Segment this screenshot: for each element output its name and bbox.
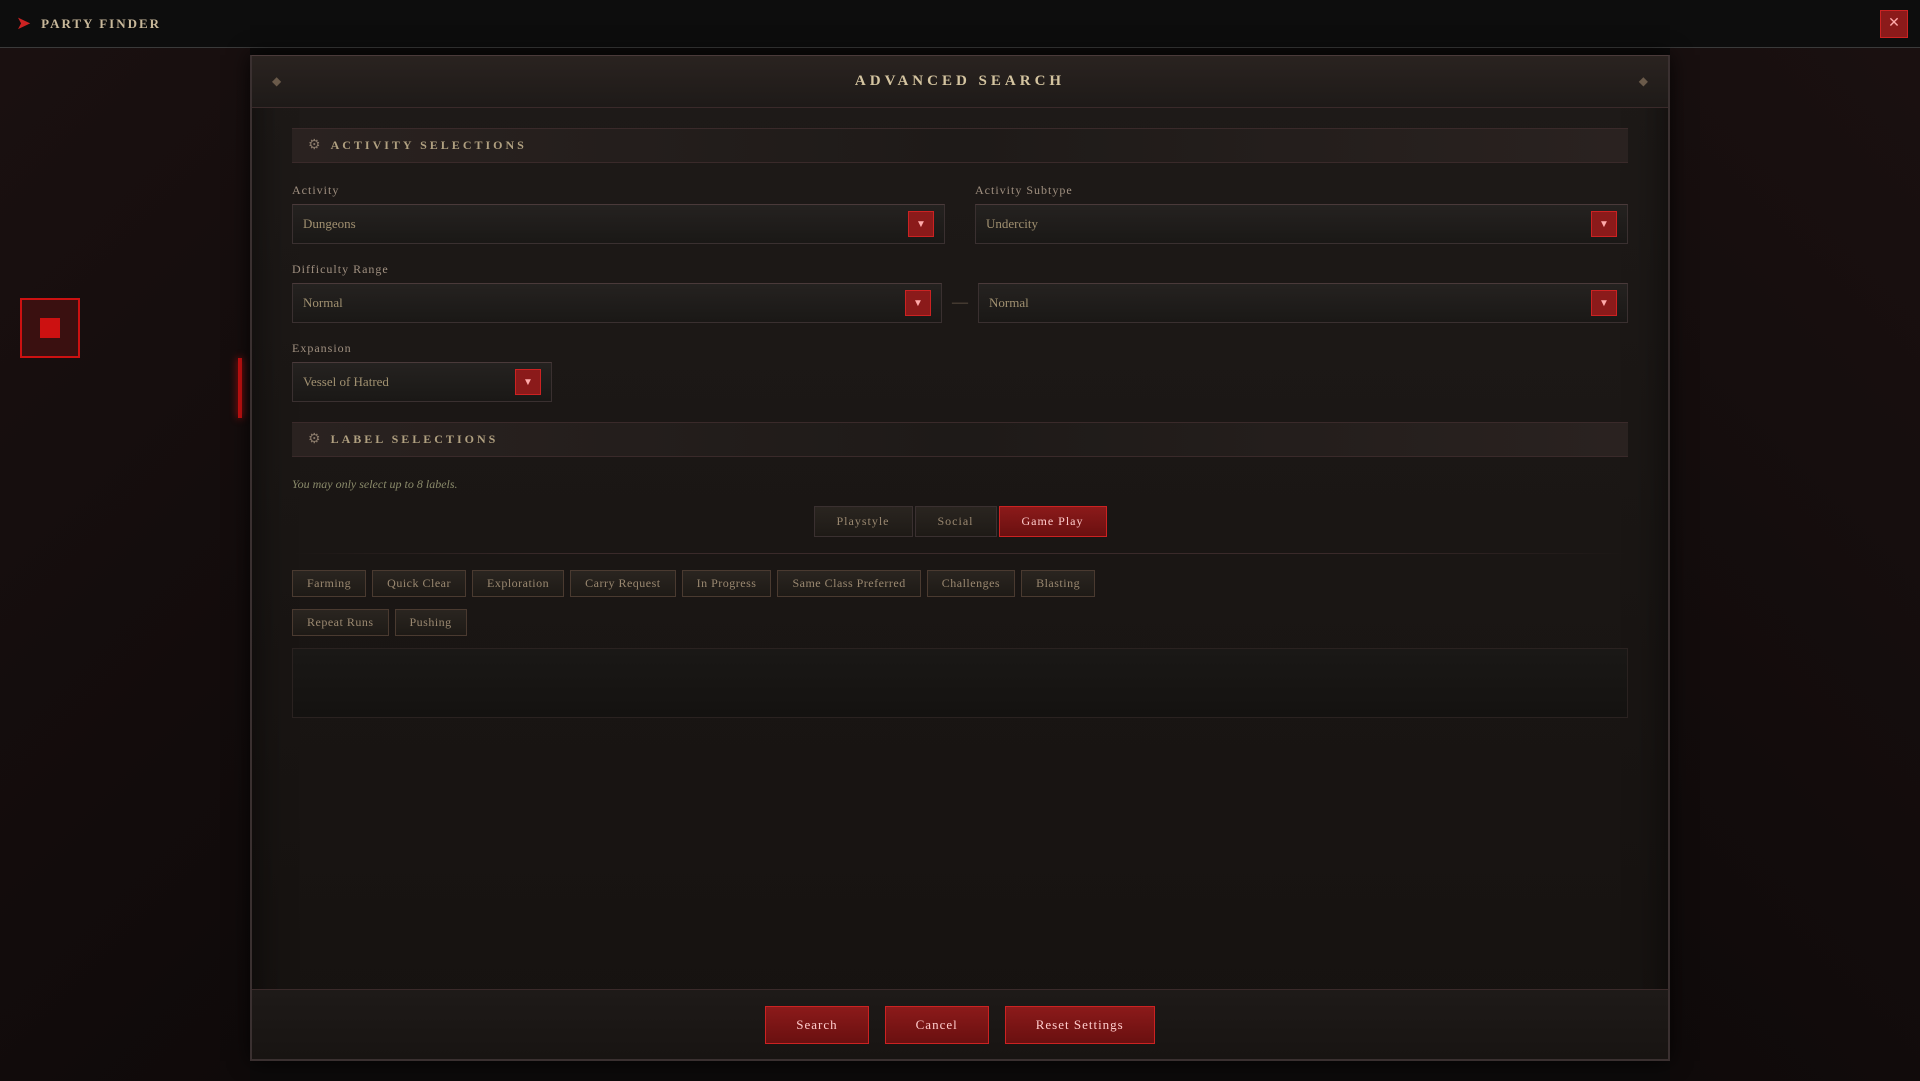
tag-same-class[interactable]: Same Class Preferred	[777, 570, 920, 597]
tag-farming[interactable]: Farming	[292, 570, 366, 597]
expansion-row: Expansion Vessel of Hatred ▼	[292, 341, 1628, 402]
tag-quick-clear[interactable]: Quick Clear	[372, 570, 466, 597]
expansion-group: Expansion Vessel of Hatred ▼	[292, 341, 552, 402]
activity-subtype-label: Activity Subtype	[975, 183, 1628, 198]
activity-dropdown-arrow: ▼	[908, 211, 934, 237]
difficulty-from-dropdown[interactable]: Normal ▼	[292, 283, 942, 323]
tab-social[interactable]: Social	[915, 506, 997, 537]
tag-carry-request[interactable]: Carry Request	[570, 570, 675, 597]
activity-section-title: ACTIVITY SELECTIONS	[331, 138, 527, 153]
dialog-title: ADVANCED SEARCH	[855, 73, 1065, 90]
activity-subtype-dropdown-arrow: ▼	[1591, 211, 1617, 237]
tag-in-progress[interactable]: In Progress	[682, 570, 772, 597]
difficulty-to-arrow: ▼	[1591, 290, 1617, 316]
difficulty-from-arrow: ▼	[905, 290, 931, 316]
tag-repeat-runs[interactable]: Repeat Runs	[292, 609, 389, 636]
difficulty-dropdowns: Normal ▼ — Normal ▼	[292, 283, 1628, 323]
difficulty-range-label: Difficulty Range	[292, 262, 1628, 277]
label-tags-container: Farming Quick Clear Exploration Carry Re…	[292, 570, 1628, 636]
activity-row: Activity Dungeons ▼ Activity Subtype Und…	[292, 183, 1628, 244]
title-bar: ➤ PARTY FINDER ✕	[0, 0, 1920, 48]
difficulty-to-dropdown[interactable]: Normal ▼	[978, 283, 1628, 323]
tab-divider	[292, 553, 1628, 554]
difficulty-to-value: Normal	[989, 295, 1029, 311]
cancel-button[interactable]: Cancel	[885, 1006, 989, 1044]
tab-playstyle[interactable]: Playstyle	[814, 506, 913, 537]
activity-section-header: ⚙ ACTIVITY SELECTIONS	[292, 128, 1628, 163]
difficulty-range-row: Difficulty Range Normal ▼ — Normal ▼	[292, 262, 1628, 323]
activity-subtype-dropdown[interactable]: Undercity ▼	[975, 204, 1628, 244]
tag-exploration[interactable]: Exploration	[472, 570, 564, 597]
close-button[interactable]: ✕	[1880, 10, 1908, 38]
tag-challenges[interactable]: Challenges	[927, 570, 1015, 597]
difficulty-separator: —	[952, 294, 968, 312]
activity-group: Activity Dungeons ▼	[292, 183, 945, 244]
left-ui-decoration	[20, 298, 80, 358]
label-textarea[interactable]	[292, 648, 1628, 718]
activity-dropdown-value: Dungeons	[303, 216, 356, 232]
dialog-header: ADVANCED SEARCH	[252, 56, 1668, 108]
label-section-title: LABEL SELECTIONS	[331, 432, 499, 447]
dialog-footer: Search Cancel Reset Settings	[252, 989, 1668, 1059]
label-section-icon: ⚙	[308, 431, 321, 448]
advanced-search-dialog: ADVANCED SEARCH ⚙ ACTIVITY SELECTIONS Ac…	[250, 55, 1670, 1061]
activity-subtype-dropdown-value: Undercity	[986, 216, 1038, 232]
expansion-label: Expansion	[292, 341, 552, 356]
label-note: You may only select up to 8 labels.	[292, 477, 1628, 492]
tag-blasting[interactable]: Blasting	[1021, 570, 1095, 597]
arrow-icon: ➤	[16, 13, 31, 34]
activity-label: Activity	[292, 183, 945, 198]
expansion-dropdown-arrow: ▼	[515, 369, 541, 395]
label-tab-bar: Playstyle Social Game Play	[292, 506, 1628, 537]
expansion-dropdown[interactable]: Vessel of Hatred ▼	[292, 362, 552, 402]
expansion-dropdown-value: Vessel of Hatred	[303, 374, 389, 390]
side-panel-left	[0, 48, 250, 1081]
difficulty-from-value: Normal	[303, 295, 343, 311]
side-panel-right	[1670, 48, 1920, 1081]
app-title: PARTY FINDER	[41, 16, 161, 32]
dialog-content: ⚙ ACTIVITY SELECTIONS Activity Dungeons …	[252, 108, 1668, 989]
label-section-header: ⚙ LABEL SELECTIONS	[292, 422, 1628, 457]
label-section: ⚙ LABEL SELECTIONS You may only select u…	[292, 422, 1628, 723]
tab-gameplay[interactable]: Game Play	[999, 506, 1107, 537]
activity-section: ⚙ ACTIVITY SELECTIONS Activity Dungeons …	[292, 128, 1628, 402]
difficulty-range-group: Difficulty Range Normal ▼ — Normal ▼	[292, 262, 1628, 323]
reset-button[interactable]: Reset Settings	[1005, 1006, 1155, 1044]
activity-dropdown[interactable]: Dungeons ▼	[292, 204, 945, 244]
activity-section-icon: ⚙	[308, 137, 321, 154]
search-button[interactable]: Search	[765, 1006, 868, 1044]
activity-subtype-group: Activity Subtype Undercity ▼	[975, 183, 1628, 244]
tag-pushing[interactable]: Pushing	[395, 609, 467, 636]
